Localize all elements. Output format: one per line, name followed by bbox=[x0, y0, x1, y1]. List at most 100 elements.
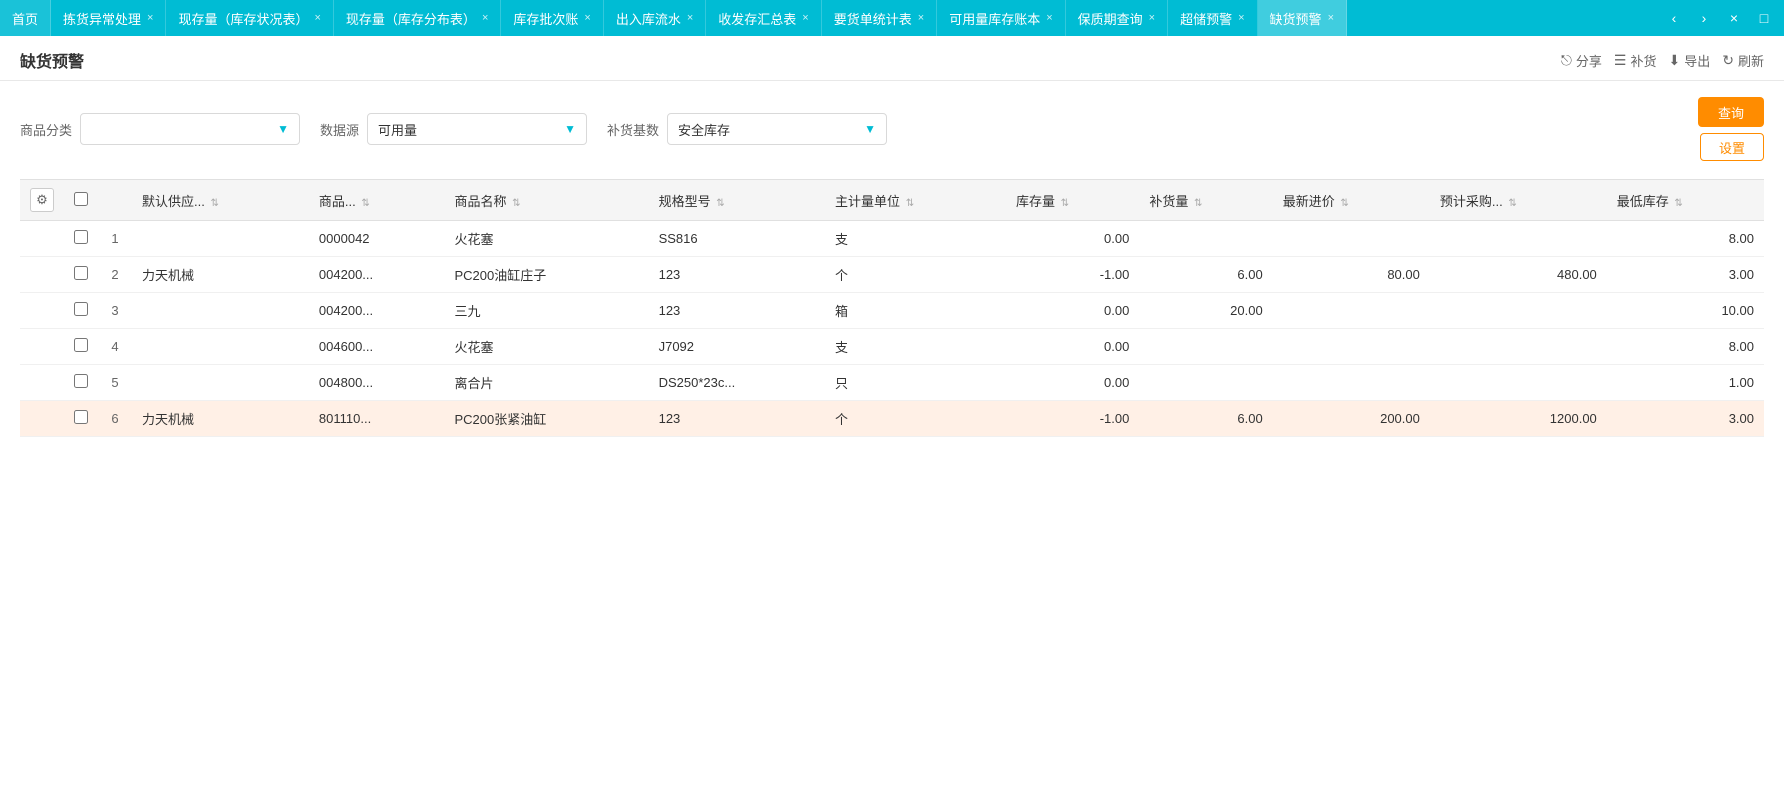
close-tab-order[interactable]: × bbox=[918, 12, 924, 24]
row-supplier bbox=[132, 329, 309, 365]
nav-tab-summary[interactable]: 收发存汇总表 × bbox=[706, 0, 821, 36]
replenish-button[interactable]: ☰ 补货 bbox=[1614, 51, 1657, 70]
close-tab-inout[interactable]: × bbox=[687, 12, 693, 24]
row-checkbox-cell[interactable] bbox=[64, 401, 98, 437]
refresh-button[interactable]: ↻ 刷新 bbox=[1722, 51, 1764, 70]
sort-stock-icon: ⇅ bbox=[1061, 198, 1069, 209]
table-row: 1 0000042 火花塞 SS816 支 0.00 8.00 bbox=[20, 221, 1764, 257]
sort-unit-icon: ⇅ bbox=[906, 198, 914, 209]
row-unit: 支 bbox=[825, 221, 1006, 257]
settings-button[interactable]: 设置 bbox=[1700, 133, 1764, 161]
row-checkbox-cell[interactable] bbox=[64, 329, 98, 365]
select-all-checkbox[interactable] bbox=[74, 192, 88, 206]
close-tab-stock-dist[interactable]: × bbox=[482, 12, 488, 24]
table-row: 2 力天机械 004200... PC200油缸庄子 123 个 -1.00 6… bbox=[20, 257, 1764, 293]
row-stock-qty: 0.00 bbox=[1006, 329, 1139, 365]
row-checkbox-cell[interactable] bbox=[64, 221, 98, 257]
row-replenish-qty: 20.00 bbox=[1139, 293, 1272, 329]
nav-maximize-btn[interactable]: □ bbox=[1750, 4, 1778, 32]
close-tab-available[interactable]: × bbox=[1046, 12, 1052, 24]
row-min-stock: 8.00 bbox=[1607, 221, 1764, 257]
header-actions: ⎋ 分享 ☰ 补货 ⬇ 导出 ↻ 刷新 bbox=[1561, 51, 1764, 70]
close-tab-shortage[interactable]: × bbox=[1328, 12, 1334, 24]
sort-price-icon: ⇅ bbox=[1340, 198, 1348, 209]
refresh-icon: ↻ bbox=[1722, 52, 1734, 69]
row-product-name: PC200油缸庄子 bbox=[444, 257, 648, 293]
close-tab-picking[interactable]: × bbox=[147, 12, 153, 24]
row-stock-qty: -1.00 bbox=[1006, 401, 1139, 437]
row-product-name: 离合片 bbox=[444, 365, 648, 401]
row-checkbox[interactable] bbox=[74, 230, 88, 244]
row-est-purchase bbox=[1430, 365, 1607, 401]
top-nav: 首页 拣货异常处理 × 现存量（库存状况表） × 现存量（库存分布表） × 库存… bbox=[0, 0, 1784, 36]
nav-prev-btn[interactable]: ‹ bbox=[1660, 4, 1688, 32]
col-supplier[interactable]: 默认供应... ⇅ bbox=[132, 180, 309, 221]
row-supplier bbox=[132, 365, 309, 401]
query-button[interactable]: 查询 bbox=[1698, 97, 1764, 127]
row-checkbox[interactable] bbox=[74, 302, 88, 316]
category-filter-group: 商品分类 ▼ bbox=[20, 113, 300, 145]
row-product-name: 火花塞 bbox=[444, 221, 648, 257]
replenish-base-select[interactable]: 安全库存 ▼ bbox=[667, 113, 887, 145]
data-table: ⚙ 默认供应... ⇅ 商品... ⇅ 商品名称 bbox=[20, 179, 1764, 437]
row-checkbox[interactable] bbox=[74, 410, 88, 424]
close-tab-batch[interactable]: × bbox=[584, 12, 590, 24]
nav-tab-home[interactable]: 首页 bbox=[0, 0, 51, 36]
col-spec[interactable]: 规格型号 ⇅ bbox=[649, 180, 825, 221]
row-est-purchase: 480.00 bbox=[1430, 257, 1607, 293]
nav-tab-available[interactable]: 可用量库存账本 × bbox=[937, 0, 1065, 36]
nav-tab-stock-dist[interactable]: 现存量（库存分布表） × bbox=[334, 0, 501, 36]
row-checkbox-cell[interactable] bbox=[64, 365, 98, 401]
nav-tab-shortage[interactable]: 缺货预警 × bbox=[1258, 0, 1347, 36]
datasource-select[interactable]: 可用量 ▼ bbox=[367, 113, 587, 145]
nav-tab-batch[interactable]: 库存批次账 × bbox=[501, 0, 603, 36]
nav-next-btn[interactable]: › bbox=[1690, 4, 1718, 32]
col-replenish[interactable]: 补货量 ⇅ bbox=[1139, 180, 1272, 221]
col-product-name[interactable]: 商品名称 ⇅ bbox=[444, 180, 648, 221]
close-tab-stock-status[interactable]: × bbox=[314, 12, 320, 24]
col-unit[interactable]: 主计量单位 ⇅ bbox=[825, 180, 1006, 221]
row-checkbox[interactable] bbox=[74, 266, 88, 280]
row-latest-price: 80.00 bbox=[1273, 257, 1430, 293]
col-latest-price[interactable]: 最新进价 ⇅ bbox=[1273, 180, 1430, 221]
table-row: 3 004200... 三九 123 箱 0.00 20.00 10.00 bbox=[20, 293, 1764, 329]
filter-area: 商品分类 ▼ 数据源 可用量 ▼ 补货基数 安全库存 ▼ 查询 设置 bbox=[0, 81, 1784, 169]
row-spec: DS250*23c... bbox=[649, 365, 825, 401]
nav-tab-overstock[interactable]: 超储预警 × bbox=[1168, 0, 1257, 36]
col-settings[interactable]: ⚙ bbox=[20, 180, 64, 221]
close-tab-summary[interactable]: × bbox=[802, 12, 808, 24]
col-est-purchase[interactable]: 预计采购... ⇅ bbox=[1430, 180, 1607, 221]
row-replenish-qty bbox=[1139, 221, 1272, 257]
nav-tab-picking[interactable]: 拣货异常处理 × bbox=[51, 0, 166, 36]
replenish-base-value: 安全库存 bbox=[678, 120, 730, 139]
row-latest-price bbox=[1273, 221, 1430, 257]
export-button[interactable]: ⬇ 导出 bbox=[1669, 51, 1711, 70]
nav-tab-stock-status[interactable]: 现存量（库存状况表） × bbox=[166, 0, 333, 36]
share-button[interactable]: ⎋ 分享 bbox=[1561, 51, 1602, 70]
row-product-code: 004200... bbox=[309, 257, 445, 293]
row-settings-cell bbox=[20, 401, 64, 437]
row-checkbox[interactable] bbox=[74, 338, 88, 352]
row-checkbox[interactable] bbox=[74, 374, 88, 388]
close-tab-expiry[interactable]: × bbox=[1149, 12, 1155, 24]
row-min-stock: 3.00 bbox=[1607, 401, 1764, 437]
close-tab-overstock[interactable]: × bbox=[1238, 12, 1244, 24]
sort-minstk-icon: ⇅ bbox=[1674, 198, 1682, 209]
row-supplier bbox=[132, 221, 309, 257]
row-checkbox-cell[interactable] bbox=[64, 293, 98, 329]
nav-tab-order[interactable]: 要货单统计表 × bbox=[822, 0, 937, 36]
row-number: 1 bbox=[98, 221, 132, 257]
row-checkbox-cell[interactable] bbox=[64, 257, 98, 293]
nav-tab-inout[interactable]: 出入库流水 × bbox=[604, 0, 706, 36]
col-stock[interactable]: 库存量 ⇅ bbox=[1006, 180, 1139, 221]
sort-spec-icon: ⇅ bbox=[716, 198, 724, 209]
column-settings-icon[interactable]: ⚙ bbox=[30, 188, 54, 212]
datasource-filter-group: 数据源 可用量 ▼ bbox=[320, 113, 587, 145]
col-product-code[interactable]: 商品... ⇅ bbox=[309, 180, 445, 221]
nav-tab-expiry[interactable]: 保质期查询 × bbox=[1066, 0, 1168, 36]
category-select[interactable]: ▼ bbox=[80, 113, 300, 145]
col-checkbox[interactable] bbox=[64, 180, 98, 221]
row-unit: 只 bbox=[825, 365, 1006, 401]
col-min-stock[interactable]: 最低库存 ⇅ bbox=[1607, 180, 1764, 221]
nav-close-btn[interactable]: × bbox=[1720, 4, 1748, 32]
